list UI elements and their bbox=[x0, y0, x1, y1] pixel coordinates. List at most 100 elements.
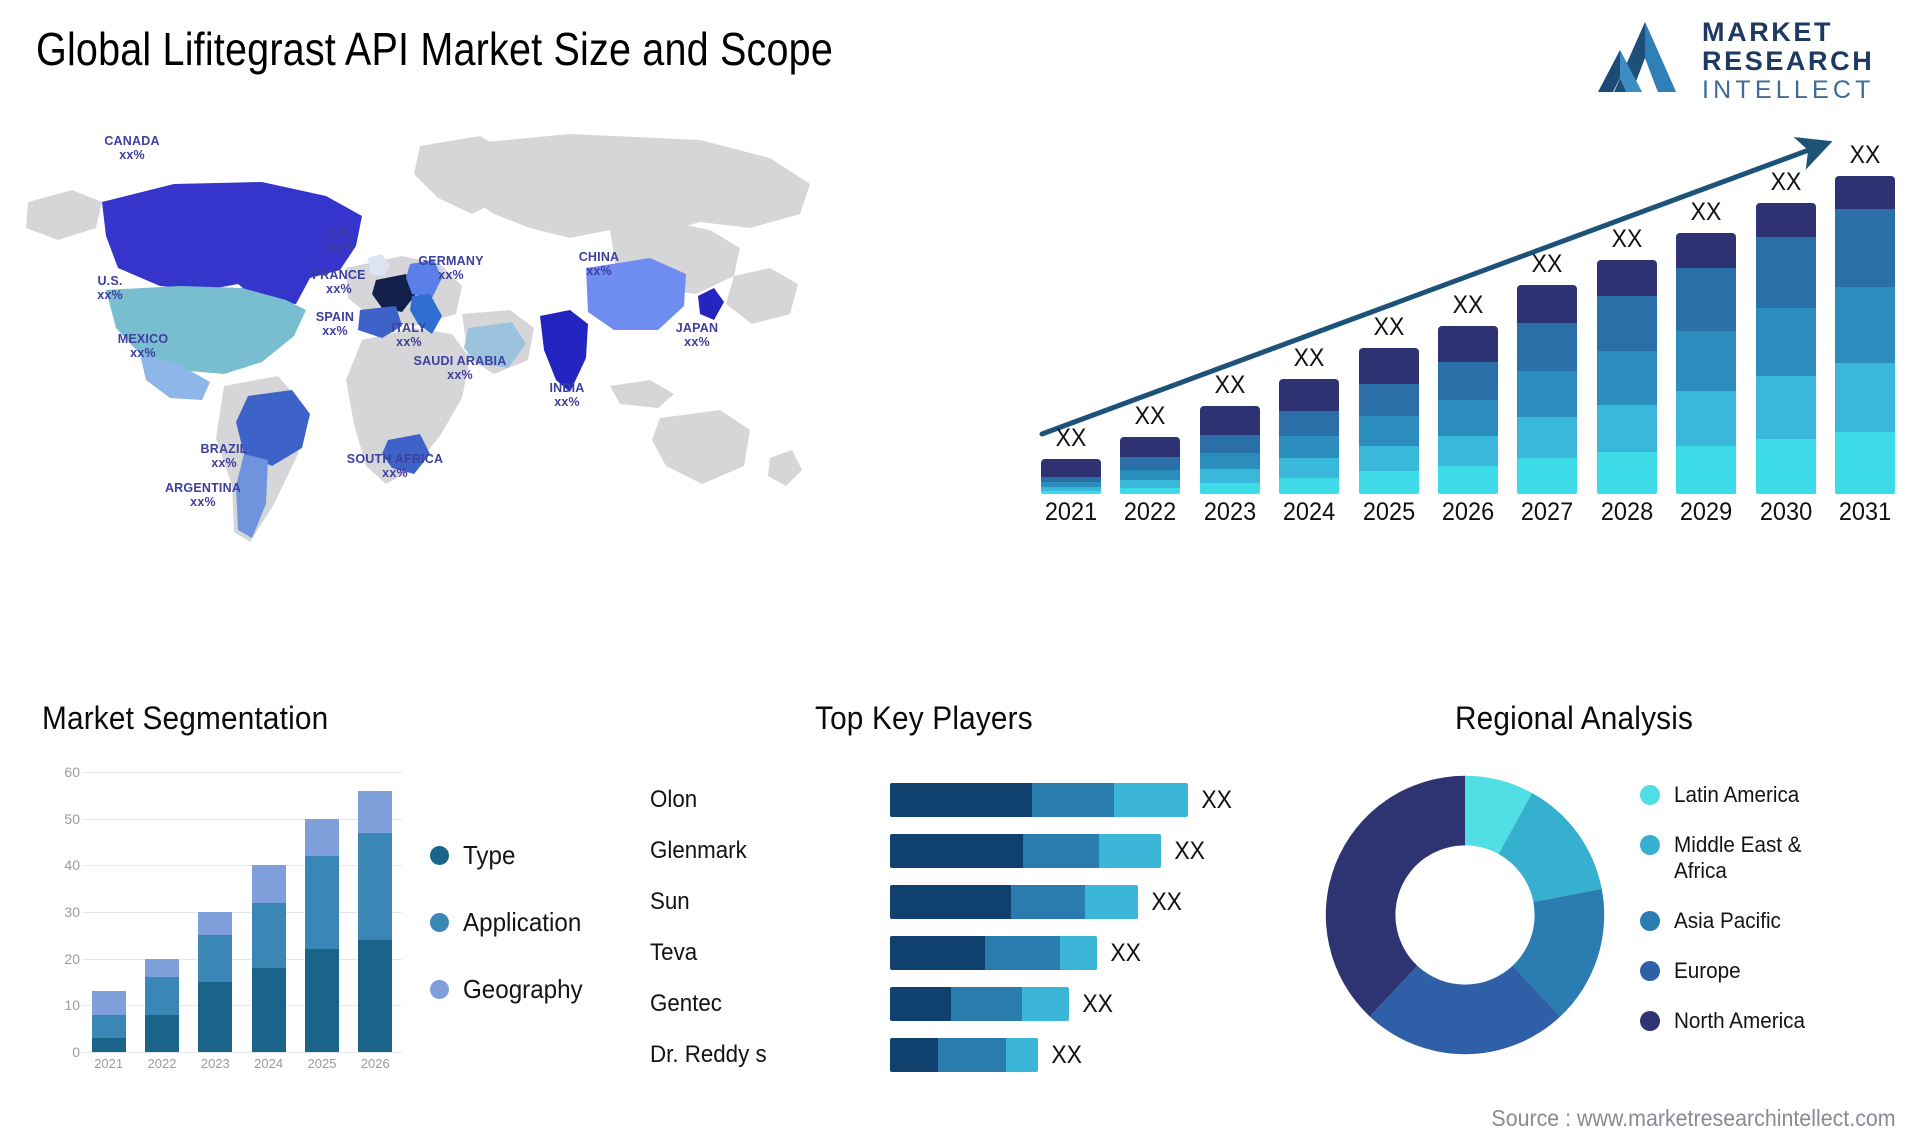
segmentation-segment-application bbox=[304, 856, 339, 950]
segmentation-bar-group bbox=[300, 772, 344, 1052]
growth-bar-value-label: XX bbox=[1135, 402, 1166, 430]
growth-bar-group: XX bbox=[1514, 164, 1580, 494]
map-label-france: FRANCE xx% bbox=[312, 268, 365, 296]
growth-bar-value-label: XX bbox=[1690, 198, 1722, 226]
growth-bar-segment-segment-2 bbox=[1358, 445, 1419, 472]
segmentation-segment-application bbox=[358, 832, 393, 940]
map-label-value: xx% bbox=[328, 240, 354, 254]
map-label-italy: ITALY xx% bbox=[391, 321, 426, 349]
map-label-value: xx% bbox=[447, 368, 473, 382]
segmentation-segment-application bbox=[144, 977, 179, 1015]
player-bar-segment-share-3 bbox=[1114, 783, 1189, 817]
player-bar bbox=[890, 987, 1069, 1021]
regional-analysis-chart: Latin America Middle East & Africa Asia Pa… bbox=[1300, 760, 1920, 1090]
growth-bar-segment-segment-1 bbox=[1517, 458, 1578, 494]
player-bar bbox=[890, 834, 1162, 868]
map-label-germany: GERMANY xx% bbox=[418, 254, 483, 282]
growth-bar-segment-segment-2 bbox=[1437, 435, 1498, 467]
map-label-name: GERMANY bbox=[418, 254, 484, 268]
growth-bar-segment-segment-3 bbox=[1755, 307, 1816, 377]
segmentation-x-tick: 2022 bbox=[147, 1056, 177, 1071]
growth-bar-value-label: XX bbox=[1055, 424, 1087, 452]
segmentation-segment-type bbox=[144, 1014, 179, 1052]
map-label-name: SOUTH AFRICA bbox=[346, 452, 444, 466]
map-country-japan bbox=[698, 288, 724, 320]
segmentation-segment-type bbox=[198, 982, 233, 1052]
growth-bar-segment-segment-5 bbox=[1199, 406, 1260, 435]
segmentation-bar bbox=[304, 818, 339, 1052]
player-bar-segment-share-3 bbox=[1098, 834, 1162, 868]
player-bar-segment-share-1 bbox=[890, 783, 1032, 817]
regional-legend-label: Asia Pacific bbox=[1674, 908, 1781, 933]
legend-swatch-icon bbox=[1640, 911, 1660, 931]
player-bar bbox=[890, 936, 1098, 970]
growth-bar-segment-segment-3 bbox=[1834, 286, 1895, 363]
player-name: Sun bbox=[650, 888, 690, 915]
growth-year-label: 2021 bbox=[1044, 498, 1098, 526]
segmentation-segment-geography bbox=[251, 865, 286, 903]
segmentation-y-tick: 60 bbox=[64, 764, 80, 780]
growth-bar-segment-segment-5 bbox=[1358, 348, 1419, 385]
map-label-name: ITALY bbox=[391, 321, 427, 335]
growth-year-label: 2027 bbox=[1521, 498, 1574, 526]
growth-bar-group: XX bbox=[1276, 164, 1342, 494]
map-label-canada: CANADA xx% bbox=[104, 134, 159, 162]
map-label-name: JAPAN bbox=[675, 321, 719, 335]
growth-bar-segment-segment-4 bbox=[1437, 361, 1498, 400]
segmentation-bar-group bbox=[193, 772, 237, 1052]
segmentation-x-tick: 2026 bbox=[360, 1056, 390, 1071]
segmentation-legend-item: Type bbox=[430, 840, 592, 871]
map-label-name: CHINA bbox=[578, 250, 620, 264]
growth-bar bbox=[1437, 326, 1498, 494]
growth-forecast-chart: XX XX XX XX XX XX XX XX XX XX XX 2021 2022 2023 2024 2… bbox=[1020, 120, 1910, 540]
growth-bar bbox=[1517, 285, 1578, 494]
growth-bar-group: XX bbox=[1038, 164, 1104, 494]
map-label-china: CHINA xx% bbox=[579, 250, 620, 278]
segmentation-y-tick: 10 bbox=[64, 997, 80, 1014]
growth-bar-segment-segment-5 bbox=[1120, 437, 1181, 458]
segmentation-bar bbox=[198, 912, 233, 1052]
growth-bar-group: XX bbox=[1356, 164, 1422, 494]
map-label-japan: JAPAN xx% bbox=[676, 321, 718, 349]
regional-legend: Latin America Middle East & Africa Asia Pa… bbox=[1640, 782, 1864, 1058]
growth-bar-value-label: XX bbox=[1531, 250, 1563, 278]
logo-line-intellect: INTELLECT bbox=[1702, 76, 1875, 104]
player-row: Glenmark XX bbox=[650, 831, 1310, 871]
regional-legend-label: North America bbox=[1674, 1008, 1806, 1033]
page-title: Global Lifitegrast API Market Size and S… bbox=[36, 23, 833, 75]
growth-bar-segment-segment-5 bbox=[1834, 176, 1895, 209]
player-bar bbox=[890, 783, 1189, 817]
player-row: Dr. Reddy s XX bbox=[650, 1035, 1310, 1075]
player-bar-segment-share-3 bbox=[1084, 885, 1139, 919]
growth-bar-segment-segment-5 bbox=[1596, 260, 1657, 296]
segmentation-legend-item: Geography bbox=[430, 974, 592, 1005]
player-bar-segment-share-3 bbox=[1022, 987, 1069, 1021]
map-label-value: xx% bbox=[190, 495, 216, 509]
regional-analysis-title: Regional Analysis bbox=[1455, 700, 1694, 736]
segmentation-segment-type bbox=[304, 949, 339, 1052]
growth-bar-segment-segment-4 bbox=[1358, 384, 1419, 416]
growth-bar-segment-segment-2 bbox=[1517, 417, 1578, 459]
map-label-value: xx% bbox=[382, 466, 408, 480]
growth-year-label: 2029 bbox=[1679, 498, 1733, 526]
map-label-name: CANADA bbox=[104, 134, 160, 148]
segmentation-segment-geography bbox=[91, 991, 126, 1015]
growth-bar-segment-segment-5 bbox=[1041, 459, 1101, 477]
growth-bar-segment-segment-5 bbox=[1755, 203, 1816, 237]
growth-bar-segment-segment-4 bbox=[1120, 457, 1181, 470]
growth-year-label: 2022 bbox=[1124, 498, 1177, 526]
map-label-name: U.S. bbox=[97, 274, 123, 288]
segmentation-gridline bbox=[82, 1052, 402, 1053]
map-label-name: U.K. bbox=[328, 226, 354, 240]
segmentation-segment-type bbox=[251, 968, 286, 1052]
player-name: Olon bbox=[650, 786, 698, 813]
map-label-spain: SPAIN xx% bbox=[316, 310, 354, 338]
player-name: Teva bbox=[650, 939, 698, 966]
growth-bar-segment-segment-2 bbox=[1596, 404, 1657, 452]
growth-bar bbox=[1199, 406, 1260, 494]
segmentation-x-tick: 2023 bbox=[200, 1056, 230, 1071]
player-name: Dr. Reddy s bbox=[650, 1041, 767, 1068]
player-value-label: XX bbox=[1050, 1040, 1082, 1069]
map-label-india: INDIA xx% bbox=[549, 381, 584, 409]
segmentation-segment-geography bbox=[144, 958, 179, 978]
